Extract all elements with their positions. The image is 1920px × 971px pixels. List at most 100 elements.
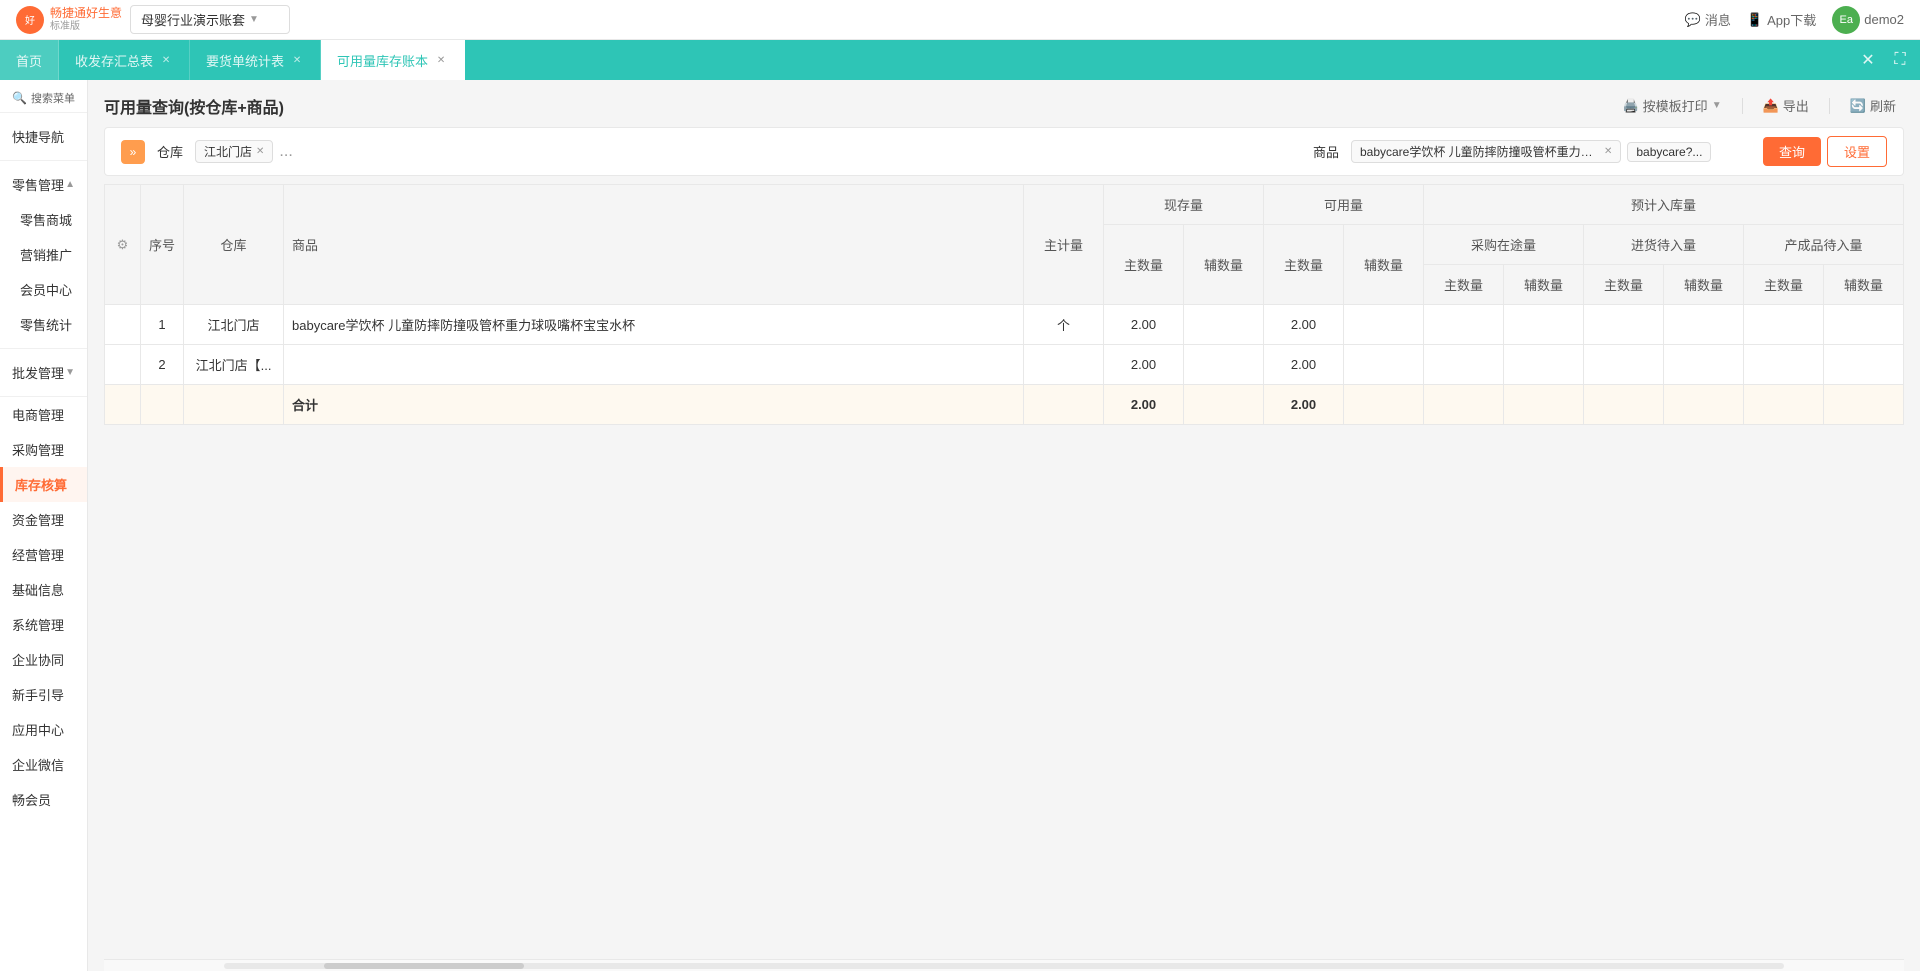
th-production-aux: 辅数量 (1824, 265, 1904, 305)
product-tag-2[interactable]: babycare?... (1627, 142, 1711, 162)
message-btn[interactable]: 💬 消息 (1685, 10, 1731, 29)
filter-actions: 查询 设置 (1763, 136, 1887, 167)
tab-order-stats[interactable]: 要货单统计表 ✕ (190, 40, 321, 80)
td-sum-cur-main: 2.00 (1104, 385, 1184, 425)
sidebar-item-enterprise-wechat[interactable]: 企业微信 (0, 747, 87, 782)
td-warehouse-2: 江北门店【... (184, 345, 284, 385)
sidebar-item-member-center[interactable]: 会员中心 (0, 272, 87, 307)
th-main-unit: 主计量 (1024, 185, 1104, 305)
td-cur-main-2: 2.00 (1104, 345, 1184, 385)
setting-button[interactable]: 设置 (1827, 136, 1887, 167)
chevron-down-icon-2: ▼ (1712, 100, 1722, 111)
td-inc-aux-1 (1664, 305, 1744, 345)
sidebar-item-operation-mgmt[interactable]: 经营管理 (0, 537, 87, 572)
td-pur-aux-2 (1504, 345, 1584, 385)
td-sum-avail-aux (1344, 385, 1424, 425)
product-tag-1[interactable]: babycare学饮杯 儿童防摔防撞吸管杯重力球吸嘴杯宝宝水杯 ✕ (1351, 140, 1621, 163)
td-product-2 (284, 345, 1024, 385)
td-prod-main-1 (1744, 305, 1824, 345)
sidebar-item-retail-mall[interactable]: 零售商城 (0, 202, 87, 237)
chevron-icon: ▲ (65, 179, 75, 190)
sidebar-item-purchase-mgmt[interactable]: 采购管理 (0, 432, 87, 467)
th-no: 序号 (141, 185, 184, 305)
product-filter: babycare学饮杯 儿童防摔防撞吸管杯重力球吸嘴杯宝宝水杯 ✕ babyca… (1351, 140, 1751, 163)
store-selector[interactable]: 母婴行业演示账套 ▼ (130, 5, 290, 34)
sidebar-item-app-center[interactable]: 应用中心 (0, 712, 87, 747)
chat-icon: 💬 (1685, 12, 1701, 28)
expand-tabs[interactable]: ⛶ (1888, 48, 1912, 72)
td-pur-main-2 (1424, 345, 1504, 385)
sidebar-item-new-guide[interactable]: 新手引导 (0, 677, 87, 712)
gear-icon[interactable]: ⚙ (117, 237, 129, 252)
scroll-track[interactable] (224, 963, 1784, 969)
sidebar-search[interactable]: 🔍 搜索菜单 (0, 80, 87, 113)
sidebar: 🔍 搜索菜单 快捷导航 零售管理 ▲ 零售商城 营销推广 会员中心 零售统计 (0, 80, 88, 971)
summary-row: 合计 2.00 2.00 (105, 385, 1904, 425)
action-sep-2 (1829, 98, 1830, 114)
mobile-icon: 📱 (1747, 12, 1763, 28)
logo-text: 畅捷通好生意 标准版 (50, 6, 122, 32)
table-scroll-bar[interactable] (104, 959, 1904, 971)
sidebar-section-retail: 零售管理 ▲ 零售商城 营销推广 会员中心 零售统计 (0, 161, 87, 349)
th-current-main: 主数量 (1104, 225, 1184, 305)
nav-tab-end: ✕ ⛶ (1848, 40, 1920, 80)
query-button[interactable]: 查询 (1763, 137, 1821, 166)
td-sum-warehouse (184, 385, 284, 425)
export-btn[interactable]: 📤 导出 (1755, 92, 1817, 119)
sidebar-item-finance-mgmt[interactable]: 资金管理 (0, 502, 87, 537)
td-pur-aux-1 (1504, 305, 1584, 345)
td-unit-1: 个 (1024, 305, 1104, 345)
sidebar-item-vip-member[interactable]: 畅会员 (0, 782, 87, 817)
refresh-btn[interactable]: 🔄 刷新 (1842, 92, 1904, 119)
close-receive-summary[interactable]: ✕ (159, 53, 173, 67)
filter-expand-btn[interactable]: » (121, 140, 145, 164)
table-container: ⚙ 序号 仓库 商品 主计量 (88, 184, 1920, 959)
sidebar-item-basic-info[interactable]: 基础信息 (0, 572, 87, 607)
template-print-btn[interactable]: 🖨️ 按模板打印 ▼ (1614, 92, 1729, 119)
td-prod-main-2 (1744, 345, 1824, 385)
sidebar-item-system-mgmt[interactable]: 系统管理 (0, 607, 87, 642)
app-download-btn[interactable]: 📱 App下载 (1747, 10, 1816, 29)
tab-home[interactable]: 首页 (0, 40, 59, 80)
sidebar-nav: 快捷导航 (0, 113, 87, 161)
td-sum-inc-aux (1664, 385, 1744, 425)
close-order-stats[interactable]: ✕ (290, 53, 304, 67)
sidebar-item-marketing[interactable]: 营销推广 (0, 237, 87, 272)
warehouse-tag-close[interactable]: ✕ (256, 146, 264, 157)
warehouse-tag[interactable]: 江北门店 ✕ (195, 140, 273, 163)
sidebar-item-inventory-check[interactable]: 库存核算 (0, 467, 87, 502)
td-avail-aux-2 (1344, 345, 1424, 385)
td-inc-main-1 (1584, 305, 1664, 345)
sidebar-item-retail-stats[interactable]: 零售统计 (0, 307, 87, 342)
user-menu[interactable]: Ea demo2 (1832, 6, 1904, 34)
sidebar-item-enterprise-collab[interactable]: 企业协同 (0, 642, 87, 677)
sidebar-item-retail-mgmt[interactable]: 零售管理 ▲ (0, 167, 87, 202)
warehouse-dots[interactable]: ... (279, 143, 292, 161)
sidebar-item-wholesale-mgmt[interactable]: 批发管理 ▼ (0, 355, 87, 390)
refresh-icon: 🔄 (1850, 98, 1866, 114)
close-all-tabs[interactable]: ✕ (1856, 48, 1880, 72)
th-settings[interactable]: ⚙ (105, 185, 141, 305)
export-icon: 📤 (1763, 98, 1779, 114)
sidebar-item-ecommerce[interactable]: 电商管理 (0, 397, 87, 432)
scroll-thumb[interactable] (324, 963, 524, 969)
warehouse-filter: 江北门店 ✕ ... (195, 140, 1301, 163)
th-production-main: 主数量 (1744, 265, 1824, 305)
sidebar-item-quick-nav[interactable]: 快捷导航 (0, 119, 87, 154)
tab-receive-summary[interactable]: 收发存汇总表 ✕ (59, 40, 190, 80)
th-expected-in: 预计入库量 (1424, 185, 1904, 225)
th-incoming-main: 主数量 (1584, 265, 1664, 305)
warehouse-label: 仓库 (157, 142, 183, 161)
close-available-stock[interactable]: ✕ (434, 53, 448, 67)
td-sum-cur-aux (1184, 385, 1264, 425)
td-cur-aux-1 (1184, 305, 1264, 345)
header-actions: 🖨️ 按模板打印 ▼ 📤 导出 🔄 刷新 (1614, 92, 1904, 119)
td-sum-product: 合计 (284, 385, 1024, 425)
top-bar-left: 好 畅捷通好生意 标准版 母婴行业演示账套 ▼ (16, 5, 290, 34)
th-product: 商品 (284, 185, 1024, 305)
tab-available-stock[interactable]: 可用量库存账本 ✕ (321, 40, 465, 80)
td-settings-2 (105, 345, 141, 385)
product-tag-1-close[interactable]: ✕ (1604, 146, 1612, 157)
table-row: 1 江北门店 babycare学饮杯 儿童防摔防撞吸管杯重力球吸嘴杯宝宝水杯 个 (105, 305, 1904, 345)
td-inc-aux-2 (1664, 345, 1744, 385)
